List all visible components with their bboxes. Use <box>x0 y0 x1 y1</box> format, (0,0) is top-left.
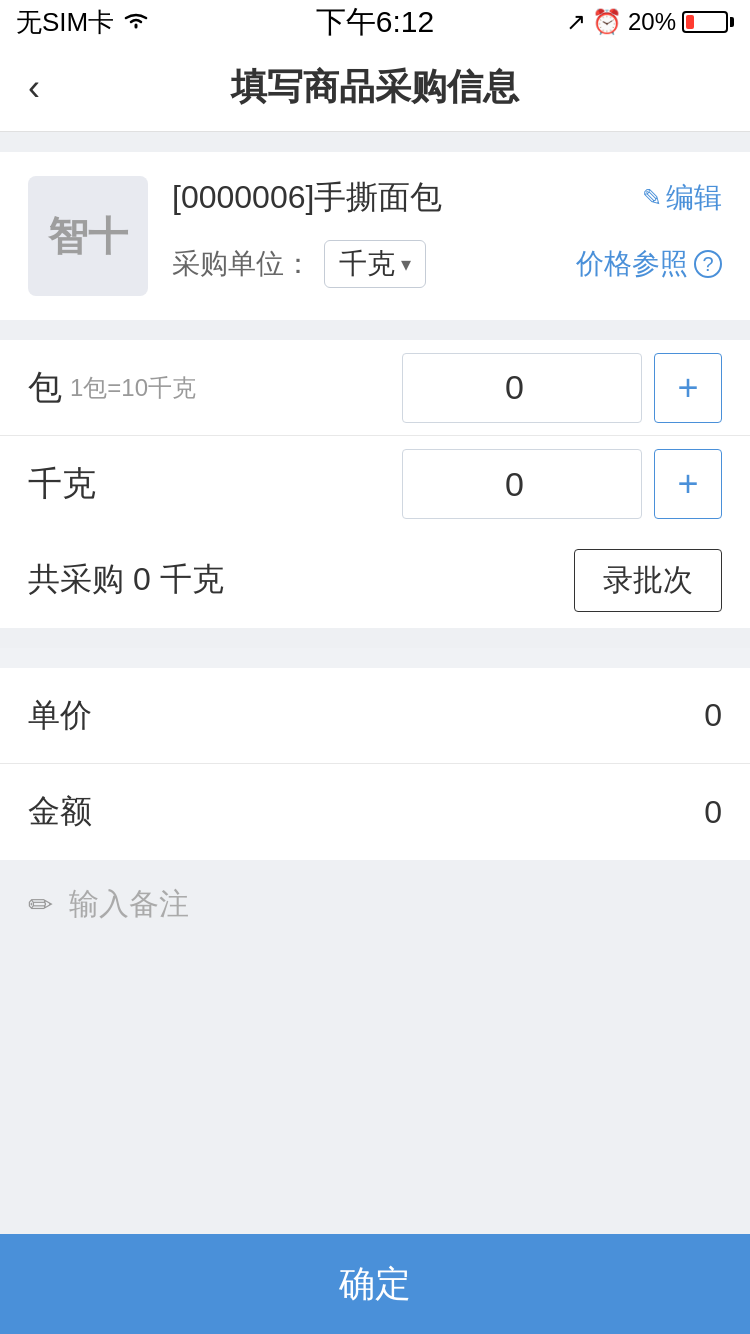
kg-input-row: 千克 + <box>0 436 750 532</box>
product-card: 智十 [0000006]手撕面包 ✎ 编辑 采购单位： 千克 ▾ 价格参照 ? <box>0 152 750 320</box>
edit-button[interactable]: ✎ 编辑 <box>642 179 722 217</box>
status-time: 下午6:12 <box>316 2 434 43</box>
top-divider <box>0 132 750 152</box>
amount-row: 金额 0 <box>0 764 750 860</box>
price-section: 单价 0 金额 0 <box>0 668 750 860</box>
unit-price-value: 0 <box>704 697 722 734</box>
alarm-icon: ⏰ <box>592 8 622 36</box>
dropdown-arrow-icon: ▾ <box>401 252 411 276</box>
pack-quantity-input[interactable] <box>402 353 642 423</box>
input-section: 包 1包=10千克 + 千克 + <box>0 340 750 532</box>
product-logo: 智十 <box>48 209 128 264</box>
page-title: 填写商品采购信息 <box>231 63 519 112</box>
pack-plus-button[interactable]: + <box>654 353 722 423</box>
total-row: 共采购 0 千克 录批次 <box>0 532 750 628</box>
pack-input-row: 包 1包=10千克 + <box>0 340 750 436</box>
back-button[interactable]: ‹ <box>28 67 40 109</box>
status-left: 无SIM卡 <box>16 5 150 40</box>
unit-price-label: 单价 <box>28 694 92 738</box>
price-divider <box>0 628 750 648</box>
confirm-button[interactable]: 确定 <box>0 1234 750 1334</box>
batch-button[interactable]: 录批次 <box>574 549 722 612</box>
amount-label: 金额 <box>28 790 92 834</box>
pack-sub-label: 1包=10千克 <box>70 372 196 404</box>
edit-icon: ✎ <box>642 184 662 212</box>
unit-price-row: 单价 0 <box>0 668 750 764</box>
content-background <box>0 949 750 1249</box>
kg-quantity-input[interactable] <box>402 449 642 519</box>
mid-divider <box>0 320 750 340</box>
location-icon: ↗ <box>566 8 586 36</box>
total-text: 共采购 0 千克 <box>28 558 224 602</box>
price-ref-button[interactable]: 价格参照 ? <box>576 245 722 283</box>
product-info: [0000006]手撕面包 ✎ 编辑 采购单位： 千克 ▾ 价格参照 ? <box>172 176 722 288</box>
unit-label: 采购单位： <box>172 245 312 283</box>
pack-label: 包 <box>28 365 62 411</box>
kg-label: 千克 <box>28 461 96 507</box>
carrier-text: 无SIM卡 <box>16 5 114 40</box>
nav-bar: ‹ 填写商品采购信息 <box>0 44 750 132</box>
wifi-icon <box>122 7 150 38</box>
kg-plus-button[interactable]: + <box>654 449 722 519</box>
battery-percent: 20% <box>628 8 676 36</box>
status-right: ↗ ⏰ 20% <box>566 8 734 36</box>
product-image: 智十 <box>28 176 148 296</box>
product-top-row: [0000006]手撕面包 ✎ 编辑 <box>172 176 722 220</box>
battery-icon <box>682 11 734 33</box>
product-unit-row: 采购单位： 千克 ▾ 价格参照 ? <box>172 240 722 288</box>
info-icon: ? <box>694 250 722 278</box>
product-name: [0000006]手撕面包 <box>172 176 442 220</box>
status-bar: 无SIM卡 下午6:12 ↗ ⏰ 20% <box>0 0 750 44</box>
unit-select[interactable]: 千克 ▾ <box>324 240 426 288</box>
remark-section[interactable]: ✏ 输入备注 <box>0 860 750 949</box>
pencil-icon: ✏ <box>28 887 53 922</box>
amount-value: 0 <box>704 794 722 831</box>
remark-placeholder: 输入备注 <box>69 884 189 925</box>
